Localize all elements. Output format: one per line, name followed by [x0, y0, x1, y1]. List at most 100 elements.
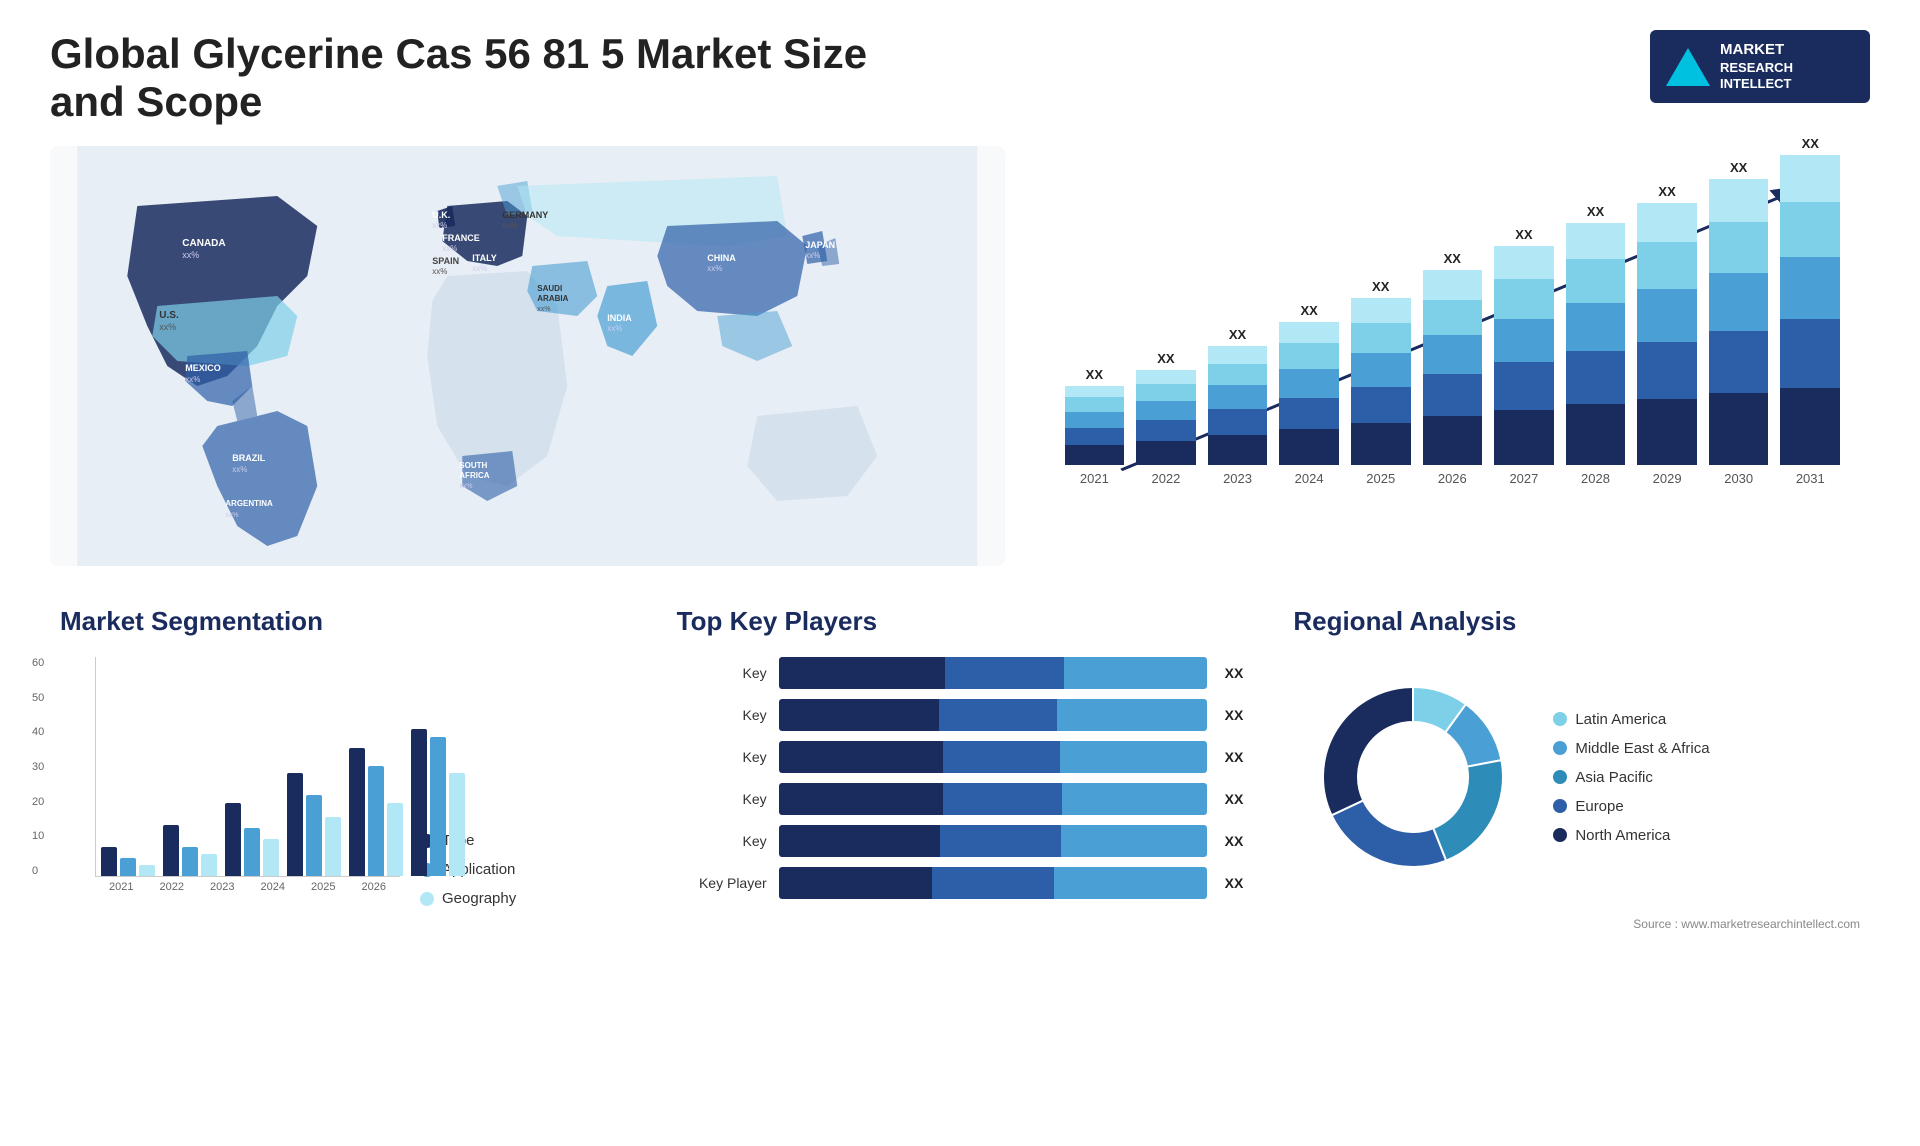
player-bar-segment	[779, 657, 945, 689]
bar-segment	[1423, 416, 1483, 465]
bar-segment	[1780, 388, 1840, 466]
legend-item: Geography	[420, 890, 516, 907]
donut-segment	[1434, 760, 1504, 861]
regional-section: Regional Analysis Latin AmericaMiddle Ea…	[1283, 596, 1870, 941]
svg-text:CHINA: CHINA	[707, 253, 736, 263]
bar-segment	[1494, 362, 1554, 410]
bar-segment	[1637, 203, 1697, 242]
svg-text:xx%: xx%	[502, 221, 517, 230]
bar-year-label: 2021	[1080, 471, 1109, 486]
bar-segment	[1566, 223, 1626, 259]
bar-group: XX2021	[1065, 367, 1125, 486]
player-label: Key	[677, 833, 767, 849]
bar-segment	[1065, 412, 1125, 428]
svg-text:xx%: xx%	[232, 465, 247, 474]
seg-bar-item	[225, 803, 241, 876]
bar-segment	[1780, 257, 1840, 319]
bar-segment	[1637, 342, 1697, 400]
svg-text:AFRICA: AFRICA	[459, 471, 489, 480]
bar-segment	[1709, 393, 1769, 465]
bar-segment	[1709, 222, 1769, 274]
player-row: KeyXX	[677, 783, 1244, 815]
player-row: KeyXX	[677, 699, 1244, 731]
bar-value-label: XX	[1300, 303, 1317, 318]
svg-text:JAPAN: JAPAN	[805, 240, 835, 250]
svg-text:U.K.: U.K.	[432, 210, 450, 220]
bar-segment	[1351, 423, 1411, 465]
bar-value-label: XX	[1802, 136, 1819, 151]
seg-bar-item	[349, 748, 365, 876]
svg-text:xx%: xx%	[432, 267, 447, 276]
player-label: Key Player	[677, 875, 767, 891]
player-bar-segment	[932, 867, 1054, 899]
bar-segment	[1494, 246, 1554, 279]
bar-segment	[1065, 428, 1125, 445]
seg-x-label: 2021	[100, 881, 143, 893]
svg-text:xx%: xx%	[225, 512, 238, 519]
bar-segment	[1136, 384, 1196, 401]
seg-bar-item	[411, 729, 427, 876]
regional-legend-label: Europe	[1575, 798, 1623, 815]
map-svg: CANADA xx% U.S. xx% MEXICO xx% BRAZIL xx…	[50, 146, 1005, 566]
donut-chart	[1293, 657, 1533, 897]
bar-group: XX2022	[1136, 351, 1196, 486]
bar-segment	[1423, 335, 1483, 374]
bar-segment	[1136, 370, 1196, 384]
regional-legend-dot	[1553, 799, 1567, 813]
svg-text:xx%: xx%	[472, 264, 487, 273]
regional-inner: Latin AmericaMiddle East & AfricaAsia Pa…	[1293, 657, 1860, 897]
seg-bar-item	[244, 828, 260, 876]
bar-year-label: 2026	[1438, 471, 1467, 486]
source-text: Source : www.marketresearchintellect.com	[1293, 917, 1860, 931]
bar-segment	[1136, 441, 1196, 465]
regional-legend-item: Middle East & Africa	[1553, 740, 1709, 757]
bar-segment	[1065, 397, 1125, 411]
player-value: XX	[1225, 707, 1244, 723]
player-bar	[779, 783, 1207, 815]
seg-group	[225, 803, 279, 876]
svg-text:xx%: xx%	[459, 483, 472, 490]
bar-segment	[1208, 346, 1268, 364]
bar-segment	[1065, 386, 1125, 398]
bar-chart-bars: XX2021XX2022XX2023XX2024XX2025XX2026XX20…	[1055, 166, 1850, 486]
svg-text:SOUTH: SOUTH	[459, 461, 487, 470]
seg-bar-item	[139, 865, 155, 876]
bar-segment	[1494, 279, 1554, 318]
player-bar-segment	[943, 741, 1060, 773]
svg-text:xx%: xx%	[432, 221, 447, 230]
bar-segment	[1351, 353, 1411, 386]
players-bars: KeyXXKeyXXKeyXXKeyXXKeyXXKey PlayerXX	[677, 657, 1244, 899]
bar-year-label: 2028	[1581, 471, 1610, 486]
legend-dot	[420, 892, 434, 906]
bar-segment	[1709, 273, 1769, 330]
key-players-section: Top Key Players KeyXXKeyXXKeyXXKeyXXKeyX…	[667, 596, 1254, 941]
bar-segment	[1637, 399, 1697, 465]
svg-text:xx%: xx%	[805, 251, 820, 260]
bar-value-label: XX	[1587, 204, 1604, 219]
regional-legend-item: Latin America	[1553, 711, 1709, 728]
player-value: XX	[1225, 665, 1244, 681]
bar-segment	[1208, 409, 1268, 435]
bar-year-label: 2023	[1223, 471, 1252, 486]
seg-group	[411, 729, 465, 876]
page-container: Global Glycerine Cas 56 81 5 Market Size…	[0, 0, 1920, 1146]
regional-legend-dot	[1553, 741, 1567, 755]
svg-text:MEXICO: MEXICO	[185, 363, 221, 373]
bar-year-label: 2022	[1151, 471, 1180, 486]
svg-text:xx%: xx%	[185, 375, 200, 384]
bar-segment	[1208, 385, 1268, 409]
seg-bar-item	[387, 803, 403, 876]
seg-bar-item	[182, 847, 198, 876]
regional-legend-label: Latin America	[1575, 711, 1666, 728]
svg-text:ARABIA: ARABIA	[537, 294, 568, 303]
top-section: CANADA xx% U.S. xx% MEXICO xx% BRAZIL xx…	[50, 146, 1870, 566]
bar-segment	[1637, 242, 1697, 289]
player-bar-segment	[1057, 699, 1207, 731]
bar-segment	[1423, 374, 1483, 417]
player-bar-segment	[1064, 657, 1207, 689]
logo-text: MARKET RESEARCH INTELLECT	[1720, 40, 1793, 93]
seg-bar-item	[287, 773, 303, 876]
svg-text:FRANCE: FRANCE	[442, 233, 480, 243]
bar-group: XX2026	[1423, 251, 1483, 486]
bottom-section: Market Segmentation 6050403020100 202120…	[50, 596, 1870, 941]
